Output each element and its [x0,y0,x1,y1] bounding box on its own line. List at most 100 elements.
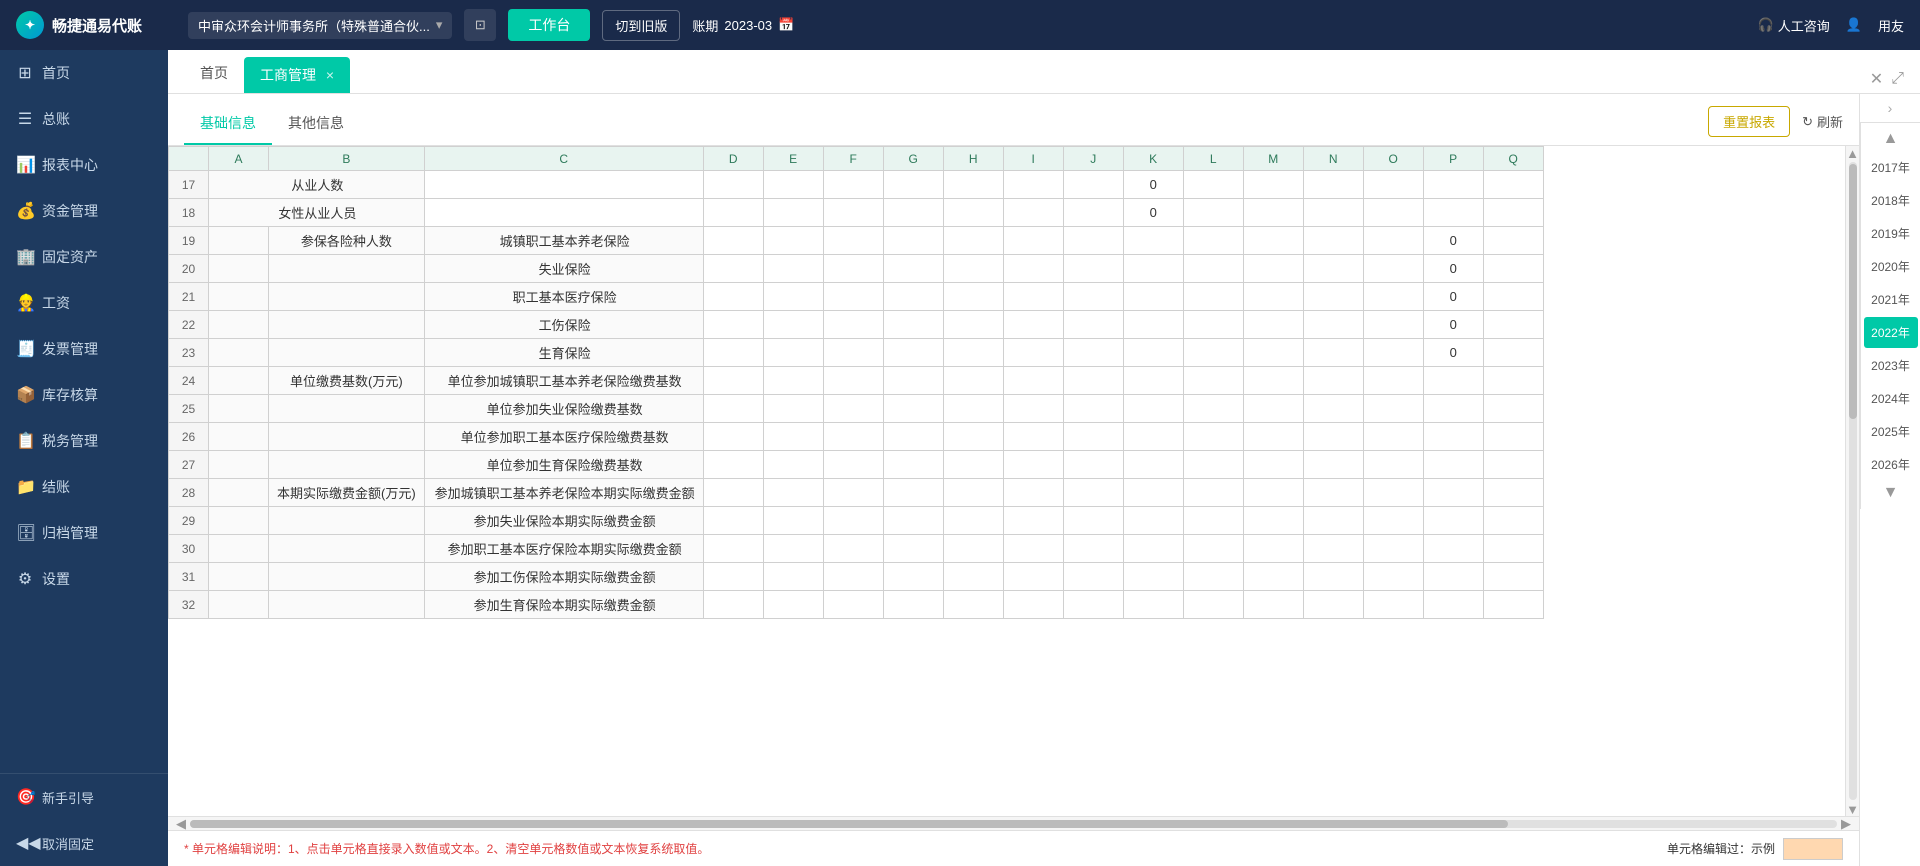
cell-21-d[interactable] [703,283,763,311]
cell-19-a[interactable] [209,227,269,255]
cell-23-f[interactable] [823,339,883,367]
cell-21-b[interactable] [269,283,425,311]
cell-23-k[interactable] [1123,339,1183,367]
cell-31-a[interactable] [209,563,269,591]
cell-30-j[interactable] [1063,535,1123,563]
cell-24-h[interactable] [943,367,1003,395]
cell-23-p[interactable]: 0 [1423,339,1483,367]
switch-version-button[interactable]: 切到旧版 [602,10,680,41]
cell-18-n[interactable] [1303,199,1363,227]
cell-18-i[interactable] [1003,199,1063,227]
cell-17-d[interactable] [703,171,763,199]
cell-19-k[interactable] [1123,227,1183,255]
spreadsheet-wrapper[interactable]: A B C D E F G H I J [168,146,1845,816]
scroll-up-arrow[interactable]: ▲ [1846,146,1859,160]
cell-18-g[interactable] [883,199,943,227]
cell-28-j[interactable] [1063,479,1123,507]
cell-30-n[interactable] [1303,535,1363,563]
cell-28-b[interactable]: 本期实际缴费金额(万元) [269,479,425,507]
cell-22-g[interactable] [883,311,943,339]
cell-17-q[interactable] [1483,171,1543,199]
cell-32-p[interactable] [1423,591,1483,619]
cell-24-p[interactable] [1423,367,1483,395]
cell-31-c[interactable]: 参加工伤保险本期实际缴费金额 [424,563,703,591]
cell-23-a[interactable] [209,339,269,367]
cell-22-n[interactable] [1303,311,1363,339]
sidebar-item-home[interactable]: ⊞ 首页 [0,50,168,96]
cell-28-q[interactable] [1483,479,1543,507]
cell-26-a[interactable] [209,423,269,451]
cell-31-b[interactable] [269,563,425,591]
tab-business[interactable]: 工商管理 × [244,57,350,93]
sidebar-item-assets[interactable]: 🏢 固定资产 [0,234,168,280]
cell-23-l[interactable] [1183,339,1243,367]
cell-30-c[interactable]: 参加职工基本医疗保险本期实际缴费金额 [424,535,703,563]
cell-24-a[interactable] [209,367,269,395]
h-scroll-track[interactable] [190,820,1837,828]
cell-28-g[interactable] [883,479,943,507]
cell-19-d[interactable] [703,227,763,255]
cell-23-m[interactable] [1243,339,1303,367]
cell-21-q[interactable] [1483,283,1543,311]
sidebar-item-guide[interactable]: 🎯 新手引导 [0,774,168,820]
cell-28-l[interactable] [1183,479,1243,507]
cell-21-e[interactable] [763,283,823,311]
year-2019[interactable]: 2019年 [1864,218,1918,249]
cell-26-l[interactable] [1183,423,1243,451]
cell-27-j[interactable] [1063,451,1123,479]
cell-27-e[interactable] [763,451,823,479]
cell-20-p[interactable]: 0 [1423,255,1483,283]
cell-23-g[interactable] [883,339,943,367]
cell-20-i[interactable] [1003,255,1063,283]
cell-20-q[interactable] [1483,255,1543,283]
cell-18-l[interactable] [1183,199,1243,227]
cell-29-h[interactable] [943,507,1003,535]
cell-22-c[interactable]: 工伤保险 [424,311,703,339]
cell-26-q[interactable] [1483,423,1543,451]
cell-19-h[interactable] [943,227,1003,255]
cell-22-h[interactable] [943,311,1003,339]
cell-30-g[interactable] [883,535,943,563]
cell-21-g[interactable] [883,283,943,311]
cell-32-c[interactable]: 参加生育保险本期实际缴费金额 [424,591,703,619]
cell-26-h[interactable] [943,423,1003,451]
cell-31-j[interactable] [1063,563,1123,591]
cell-18-j[interactable] [1063,199,1123,227]
cell-29-k[interactable] [1123,507,1183,535]
cell-26-i[interactable] [1003,423,1063,451]
calendar-icon[interactable]: 📅 [778,17,794,33]
cell-28-p[interactable] [1423,479,1483,507]
refresh-button[interactable]: ↻ 刷新 [1802,112,1843,131]
cell-20-c[interactable]: 失业保险 [424,255,703,283]
cell-29-l[interactable] [1183,507,1243,535]
cell-28-i[interactable] [1003,479,1063,507]
cell-17-j[interactable] [1063,171,1123,199]
cell-28-e[interactable] [763,479,823,507]
vertical-scrollbar[interactable]: ▲ ▼ [1845,146,1859,816]
cell-25-h[interactable] [943,395,1003,423]
cell-23-e[interactable] [763,339,823,367]
cell-19-n[interactable] [1303,227,1363,255]
cell-25-q[interactable] [1483,395,1543,423]
cell-19-c[interactable]: 城镇职工基本养老保险 [424,227,703,255]
cell-18-h[interactable] [943,199,1003,227]
cell-25-l[interactable] [1183,395,1243,423]
cell-31-k[interactable] [1123,563,1183,591]
cell-26-n[interactable] [1303,423,1363,451]
company-selector[interactable]: 中审众环会计师事务所（特殊普通合伙... ▾ [188,12,452,39]
sidebar-item-archive[interactable]: 🗄 归档管理 [0,510,168,556]
close-panel-icon[interactable]: ✕ [1870,69,1883,89]
cell-17-i[interactable] [1003,171,1063,199]
cell-24-e[interactable] [763,367,823,395]
sub-tab-other[interactable]: 其他信息 [272,107,360,145]
cell-32-d[interactable] [703,591,763,619]
cell-25-p[interactable] [1423,395,1483,423]
cell-27-c[interactable]: 单位参加生育保险缴费基数 [424,451,703,479]
cell-25-g[interactable] [883,395,943,423]
cell-25-k[interactable] [1123,395,1183,423]
cell-17-g[interactable] [883,171,943,199]
cell-26-b[interactable] [269,423,425,451]
cell-27-o[interactable] [1363,451,1423,479]
cell-18-q[interactable] [1483,199,1543,227]
cell-25-m[interactable] [1243,395,1303,423]
